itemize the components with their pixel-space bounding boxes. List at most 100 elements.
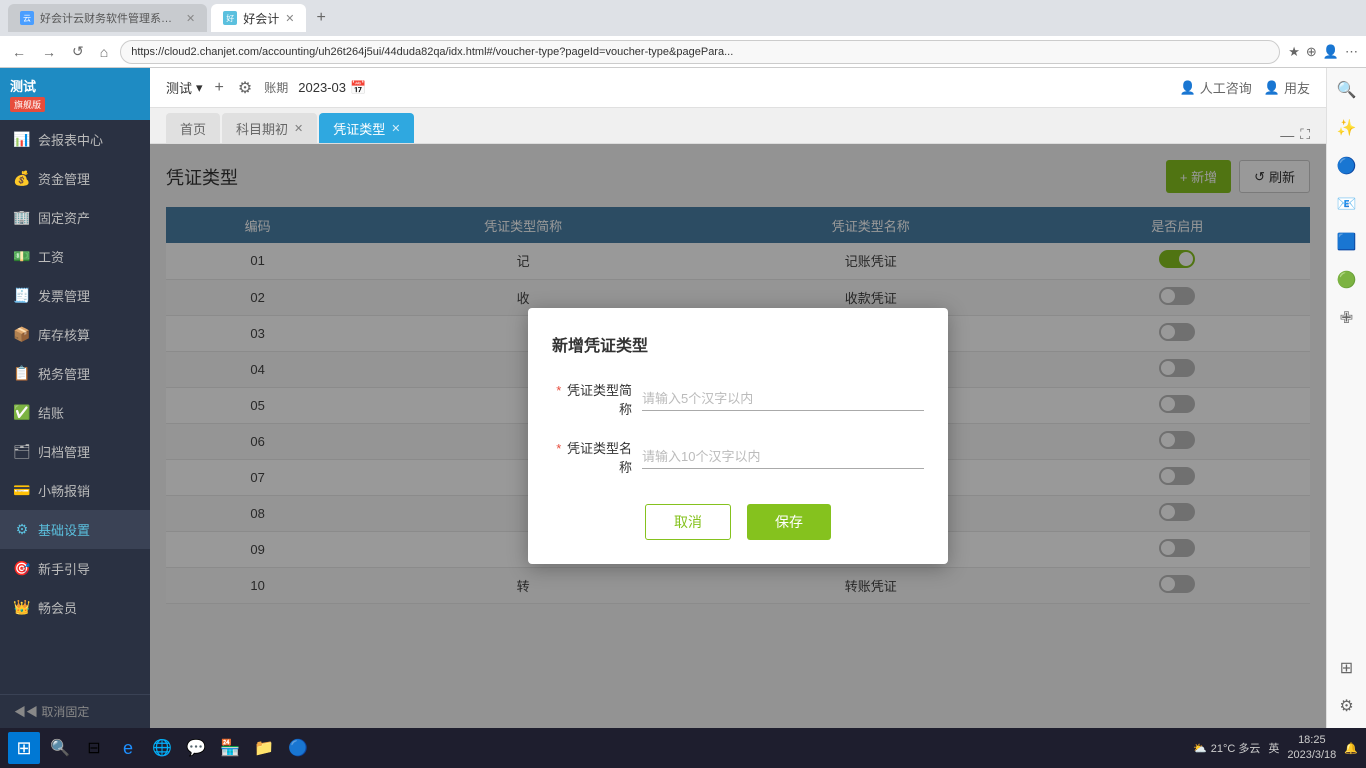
sidebar-item-basic-settings[interactable]: ⚙ 基础设置 [0,510,150,549]
tab-label-1: 好会计云财务软件管理系统_会计 [40,10,180,26]
sidebar-item-capital[interactable]: 💰 资金管理 [0,159,150,198]
right-gear-icon[interactable]: ⚙ [1335,692,1357,720]
address-input[interactable] [120,40,1280,64]
profile-icon[interactable]: 👤 [1323,44,1339,60]
tax-icon: 📋 [14,366,30,382]
home-button[interactable]: ⌂ [96,42,112,62]
extensions-icon[interactable]: ⊕ [1306,44,1317,60]
save-button[interactable]: 保存 [747,504,831,540]
basic-settings-icon: ⚙ [14,522,30,538]
right-mail-icon[interactable]: 📧 [1333,190,1361,218]
date-display: 2023/3/18 [1287,748,1336,763]
sidebar: 测试 旗舰版 📊 会报表中心 💰 资金管理 🏢 固定资产 💵 工资 🧾 发票管理… [0,68,150,728]
taskbar-store[interactable]: 🏪 [216,734,244,762]
workspace-selector[interactable]: 测试 ▾ [166,78,203,97]
invoice-icon: 🧾 [14,288,30,304]
right-circle-icon[interactable]: 🔵 [1333,152,1361,180]
start-button[interactable]: ⊞ [8,732,40,764]
period-value[interactable]: 2023-03 📅 [298,80,366,96]
tab-voucher-type[interactable]: 凭证类型 ✕ [319,113,414,143]
sidebar-label-basic-settings: 基础设置 [38,520,90,539]
closing-icon: ✅ [14,405,30,421]
tab-favicon-2: 好 [223,11,237,25]
right-search-icon[interactable]: 🔍 [1333,76,1361,104]
calendar-icon: 📅 [350,80,366,96]
tab-label-2: 好会计 [243,10,279,27]
dashboard-icon: 📊 [14,132,30,148]
tab-subject-init-close[interactable]: ✕ [294,122,303,135]
taskbar-folder[interactable]: 📁 [250,734,278,762]
sidebar-item-expense[interactable]: 💳 小畅报销 [0,471,150,510]
browser-tab-2[interactable]: 好 好会计 ✕ [211,4,306,32]
notification-icon[interactable]: 🔔 [1344,742,1358,755]
tab-close-1[interactable]: ✕ [186,12,195,25]
period-label: 账期 [264,79,288,96]
tab-voucher-type-close[interactable]: ✕ [391,122,400,135]
back-button[interactable]: ← [8,42,30,62]
sidebar-label-capital: 资金管理 [38,169,90,188]
sidebar-item-fixed-assets[interactable]: 🏢 固定资产 [0,198,150,237]
right-panel: 🔍 ✨ 🔵 📧 🟦 🟢 ✙ ⊞ ⚙ [1326,68,1366,728]
cancel-pin-icon: ◀◀ [14,705,38,719]
weather-icon: ⛅ [1193,742,1207,755]
settings-button[interactable]: ⚙ [236,76,254,100]
consult-button[interactable]: 👤 人工咨询 [1180,78,1252,97]
tab-subject-init-label: 科目期初 [236,119,288,138]
sidebar-label-dashboard: 会报表中心 [38,130,103,149]
sidebar-label-salary: 工资 [38,247,64,266]
tab-close-2[interactable]: ✕ [285,12,294,25]
app-toolbar: 测试 ▾ + ⚙ 账期 2023-03 📅 👤 人工咨询 👤 用友 [150,68,1326,108]
user-button[interactable]: 👤 用友 [1264,78,1310,97]
browser-tab-1[interactable]: 云 好会计云财务软件管理系统_会计 ✕ [8,4,207,32]
taskbar-input-lang[interactable]: 英 [1268,740,1279,756]
bookmark-icon[interactable]: ★ [1288,44,1300,60]
taskbar-edge2[interactable]: 🔵 [284,734,312,762]
taskbar-chrome[interactable]: 🌐 [148,734,176,762]
tab-minimize-button[interactable]: — [1280,127,1294,143]
logo-text: 测试 [10,76,45,95]
right-grid-icon[interactable]: ⊞ [1336,654,1357,682]
sidebar-label-inventory: 库存核算 [38,325,90,344]
user-icon: 👤 [1264,80,1280,96]
sidebar-item-closing[interactable]: ✅ 结账 [0,393,150,432]
menu-icon[interactable]: ⋯ [1345,44,1358,60]
taskbar-weather: ⛅ 21°C 多云 [1193,740,1260,756]
sidebar-item-dashboard[interactable]: 📊 会报表中心 [0,120,150,159]
sidebar-item-archive[interactable]: 🗂 归档管理 [0,432,150,471]
taskbar-edge[interactable]: e [114,734,142,762]
cancel-pin-button[interactable]: ◀◀ 取消固定 [0,694,150,728]
right-plus-icon[interactable]: ✙ [1336,304,1357,332]
tab-expand-button[interactable]: ⛶ [1300,126,1310,143]
sidebar-label-member: 畅会员 [38,598,77,617]
right-green-icon[interactable]: 🟢 [1333,266,1361,294]
browser-chrome: 云 好会计云财务软件管理系统_会计 ✕ 好 好会计 ✕ + [0,0,1366,36]
sidebar-item-guide[interactable]: 🎯 新手引导 [0,549,150,588]
sidebar-item-tax[interactable]: 📋 税务管理 [0,354,150,393]
taskbar-task-view[interactable]: ⊟ [80,734,108,762]
short-name-input[interactable] [642,387,924,411]
tab-favicon-1: 云 [20,11,34,25]
tab-bar: 首页 科目期初 ✕ 凭证类型 ✕ — ⛶ [150,108,1326,144]
sidebar-item-invoice[interactable]: 🧾 发票管理 [0,276,150,315]
user-label: 用友 [1284,78,1310,97]
tab-home[interactable]: 首页 [166,113,220,143]
new-tab-button[interactable]: + [310,9,331,27]
sidebar-item-inventory[interactable]: 📦 库存核算 [0,315,150,354]
taskbar-wechat[interactable]: 💬 [182,734,210,762]
taskbar-search[interactable]: 🔍 [46,734,74,762]
add-workspace-button[interactable]: + [213,77,226,99]
refresh-button[interactable]: ↺ [68,41,88,62]
sidebar-item-salary[interactable]: 💵 工资 [0,237,150,276]
logo-badge: 旗舰版 [10,97,45,112]
short-name-row: * 凭证类型简称 [552,380,924,418]
right-sparkle-icon[interactable]: ✨ [1333,114,1361,142]
forward-button[interactable]: → [38,42,60,62]
sidebar-logo: 测试 旗舰版 [0,68,150,120]
cancel-button[interactable]: 取消 [645,504,731,540]
sidebar-item-member[interactable]: 👑 畅会员 [0,588,150,627]
full-name-row: * 凭证类型名称 [552,438,924,476]
right-box-icon[interactable]: 🟦 [1333,228,1361,256]
sidebar-label-expense: 小畅报销 [38,481,90,500]
tab-subject-init[interactable]: 科目期初 ✕ [222,113,317,143]
full-name-input[interactable] [642,445,924,469]
